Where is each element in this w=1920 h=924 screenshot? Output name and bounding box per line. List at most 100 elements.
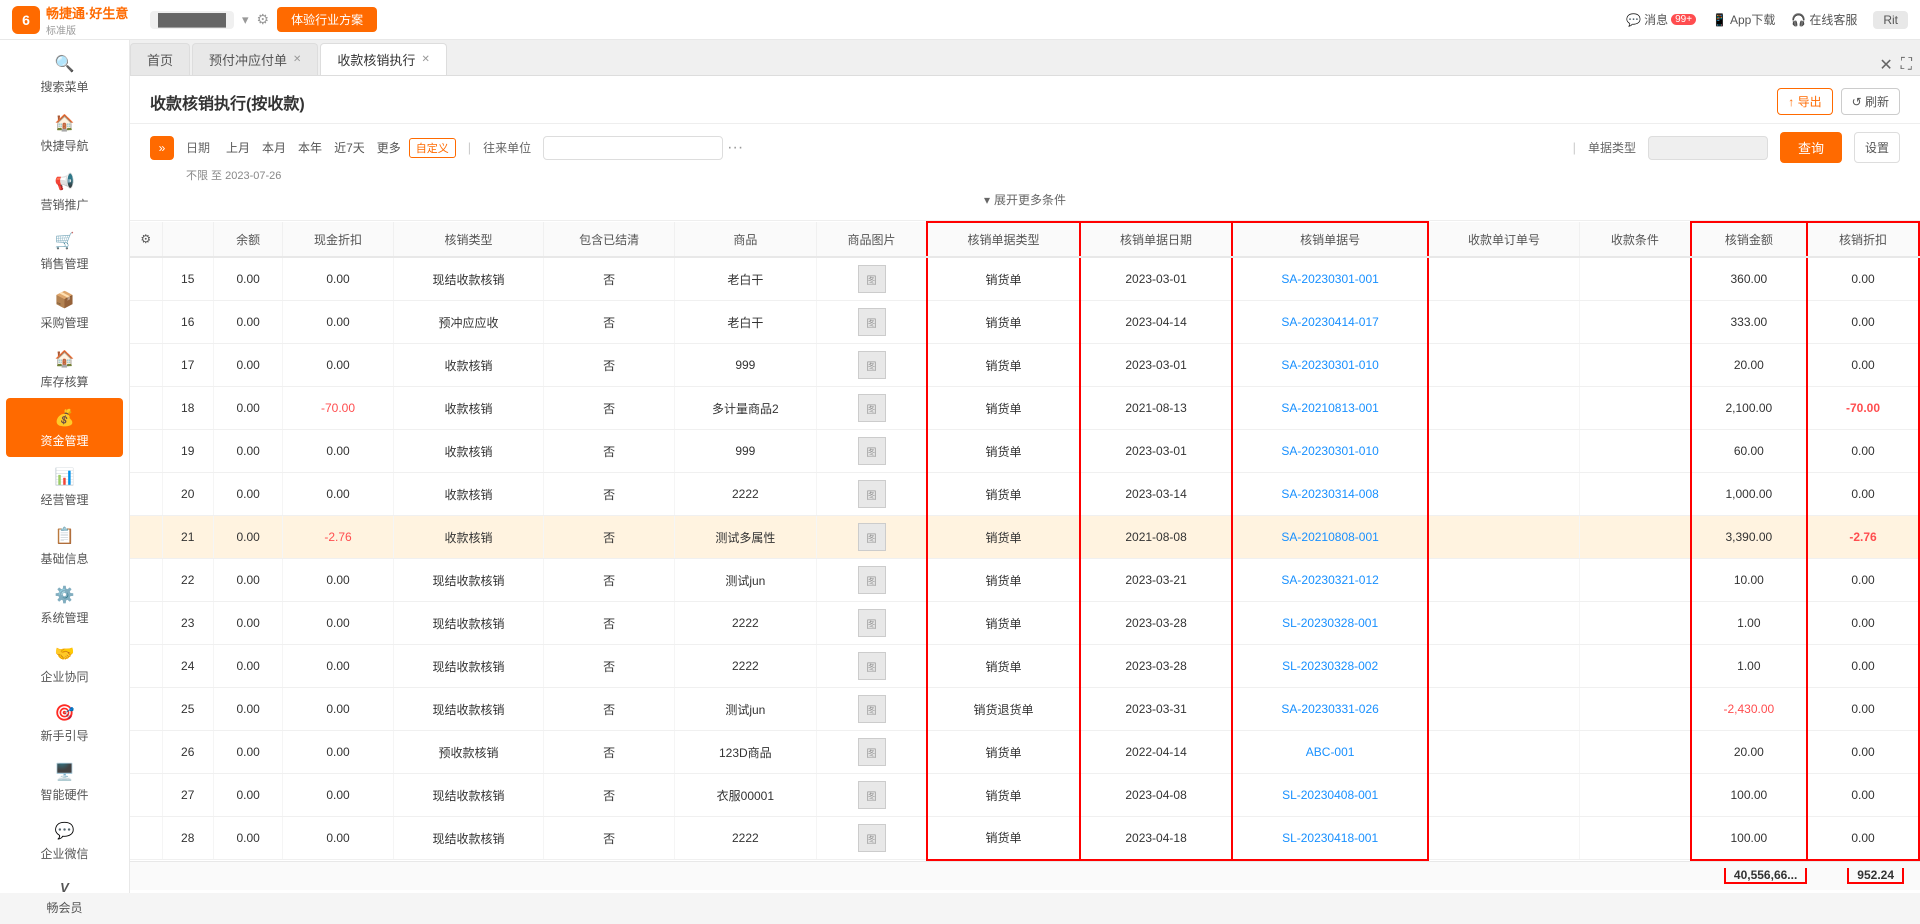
cell-bill-no[interactable]: SA-20230301-010 [1232,344,1428,387]
counterpart-input[interactable] [543,136,723,160]
counterpart-input-wrap: ··· [543,136,1560,160]
sidebar-item-system[interactable]: ⚙️ 系统管理 [0,575,129,634]
cell-settings[interactable] [130,731,162,774]
cell-settings[interactable] [130,774,162,817]
cell-seq: 16 [162,301,213,344]
sidebar-item-hardware[interactable]: 🖥️ 智能硬件 [0,752,129,811]
window-minimize-icon[interactable]: ✕ [1879,55,1892,75]
export-button[interactable]: ↑ 导出 [1777,88,1832,115]
cell-bill-type: 销货单 [927,301,1080,344]
cell-settings[interactable] [130,516,162,559]
cell-bill-no[interactable]: SA-20230414-017 [1232,301,1428,344]
sidebar-item-wechat[interactable]: 💬 企业微信 [0,811,129,870]
online-service-section[interactable]: 🎧 在线客服 [1791,11,1857,28]
cell-bill-no[interactable]: SL-20230328-002 [1232,645,1428,688]
cell-settings[interactable] [130,602,162,645]
tab-collection[interactable]: 收款核销执行 ✕ [320,43,446,75]
cell-bill-no[interactable]: SL-20230418-001 [1232,817,1428,860]
cell-settings[interactable] [130,257,162,301]
cell-bill-date: 2021-08-08 [1080,516,1233,559]
cell-bill-type: 销货单 [927,516,1080,559]
counterpart-label: 往来单位 [483,139,531,156]
industry-btn[interactable]: 体验行业方案 [277,7,377,32]
cell-bill-no[interactable]: SA-20210813-001 [1232,387,1428,430]
sidebar-item-enterprise[interactable]: 🤝 企业协同 [0,634,129,693]
cell-include-settled: 否 [544,430,675,473]
cell-settings[interactable] [130,645,162,688]
cell-settings[interactable] [130,430,162,473]
date-more[interactable]: 更多 [373,137,405,158]
sidebar: 🔍 搜索菜单 🏠 快捷导航 📢 营销推广 🛒 销售管理 📦 采购管理 🏠 库存核… [0,40,130,893]
date-last-month[interactable]: 上月 [222,137,254,158]
sidebar-item-operation[interactable]: 📊 经营管理 [0,457,129,516]
cell-cancel-discount: 0.00 [1807,774,1919,817]
sidebar-item-sales[interactable]: 🛒 销售管理 [0,221,129,280]
tab-home[interactable]: 首页 [130,43,190,75]
cell-cancel-type: 收款核销 [393,516,544,559]
tab-collection-close[interactable]: ✕ [421,54,429,65]
expand-more-btn[interactable]: ▾ 展开更多条件 [976,187,1074,212]
tab-prepay[interactable]: 预付冲应付单 ✕ [192,43,318,75]
cell-bill-no[interactable]: SA-20230321-012 [1232,559,1428,602]
sidebar-item-marketing[interactable]: 📢 营销推广 [0,162,129,221]
message-section[interactable]: 💬 消息 99+ [1626,11,1696,28]
window-maximize-icon[interactable]: ⛶ [1901,56,1912,74]
cell-product-image: 图 [816,301,927,344]
dropdown-icon[interactable]: ▾ [242,12,249,28]
query-button[interactable]: 查询 [1780,132,1842,163]
cell-bill-no[interactable]: SA-20230314-008 [1232,473,1428,516]
sidebar-item-shortcut[interactable]: 🏠 快捷导航 [0,103,129,162]
cell-bill-type: 销货单 [927,257,1080,301]
tab-prepay-close[interactable]: ✕ [293,54,301,65]
cell-settings[interactable] [130,387,162,430]
settings-button[interactable]: 设置 [1854,132,1900,163]
sidebar-item-finance[interactable]: 💰 资金管理 [6,398,123,457]
cell-bill-no[interactable]: SL-20230408-001 [1232,774,1428,817]
cell-settings[interactable] [130,344,162,387]
cell-settings[interactable] [130,473,162,516]
sidebar-label-shortcut: 快捷导航 [40,137,88,154]
cell-seq: 28 [162,817,213,860]
date-custom-btn[interactable]: 自定义 [409,138,456,158]
sidebar-label-sales: 销售管理 [40,255,88,272]
date-this-year[interactable]: 本年 [294,137,326,158]
app-download-section[interactable]: 📱 App下载 [1712,11,1775,28]
company-name[interactable]: ████████ [150,11,234,29]
sidebar-item-member[interactable]: V 畅会员 [0,870,129,924]
sidebar-item-purchase[interactable]: 📦 采购管理 [0,280,129,339]
filter-expand-btn[interactable]: » [150,136,174,160]
cell-settings[interactable] [130,559,162,602]
cell-settings[interactable] [130,688,162,731]
message-badge: 99+ [1671,14,1696,25]
date-this-month[interactable]: 本月 [258,137,290,158]
tab-home-label: 首页 [147,50,173,69]
cell-bill-date: 2022-04-14 [1080,731,1233,774]
cell-bill-no[interactable]: SA-20210808-001 [1232,516,1428,559]
refresh-button[interactable]: ↺ 刷新 [1841,88,1900,115]
cell-product: 衣服00001 [674,774,816,817]
col-settings[interactable]: ⚙ [130,222,162,257]
col-product-image: 商品图片 [816,222,927,257]
cell-balance: 0.00 [213,257,283,301]
date-7days[interactable]: 近7天 [330,137,369,158]
cell-bill-no[interactable]: SA-20230301-010 [1232,430,1428,473]
sidebar-item-basic[interactable]: 📋 基础信息 [0,516,129,575]
cell-bill-no[interactable]: SA-20230301-001 [1232,257,1428,301]
cell-bill-no[interactable]: SL-20230328-001 [1232,602,1428,645]
cell-bill-no[interactable]: ABC-001 [1232,731,1428,774]
user-avatar[interactable]: Rit [1873,11,1908,29]
cell-cash-discount: 0.00 [283,473,393,516]
sidebar-item-search[interactable]: 🔍 搜索菜单 [0,44,129,103]
cell-cancel-type: 现结收款核销 [393,602,544,645]
sidebar-item-inventory[interactable]: 🏠 库存核算 [0,339,129,398]
cell-cancel-discount: 0.00 [1807,473,1919,516]
cell-settings[interactable] [130,817,162,860]
bill-type-select[interactable] [1648,136,1768,160]
sidebar-item-newbie[interactable]: 🎯 新手引导 [0,693,129,752]
cell-settings[interactable] [130,301,162,344]
cell-bill-no[interactable]: SA-20230331-026 [1232,688,1428,731]
cell-receive-condition [1580,516,1691,559]
settings-icon[interactable]: ⚙ [257,11,270,28]
counterpart-more-icon[interactable]: ··· [727,139,743,157]
cell-cancel-type: 收款核销 [393,473,544,516]
